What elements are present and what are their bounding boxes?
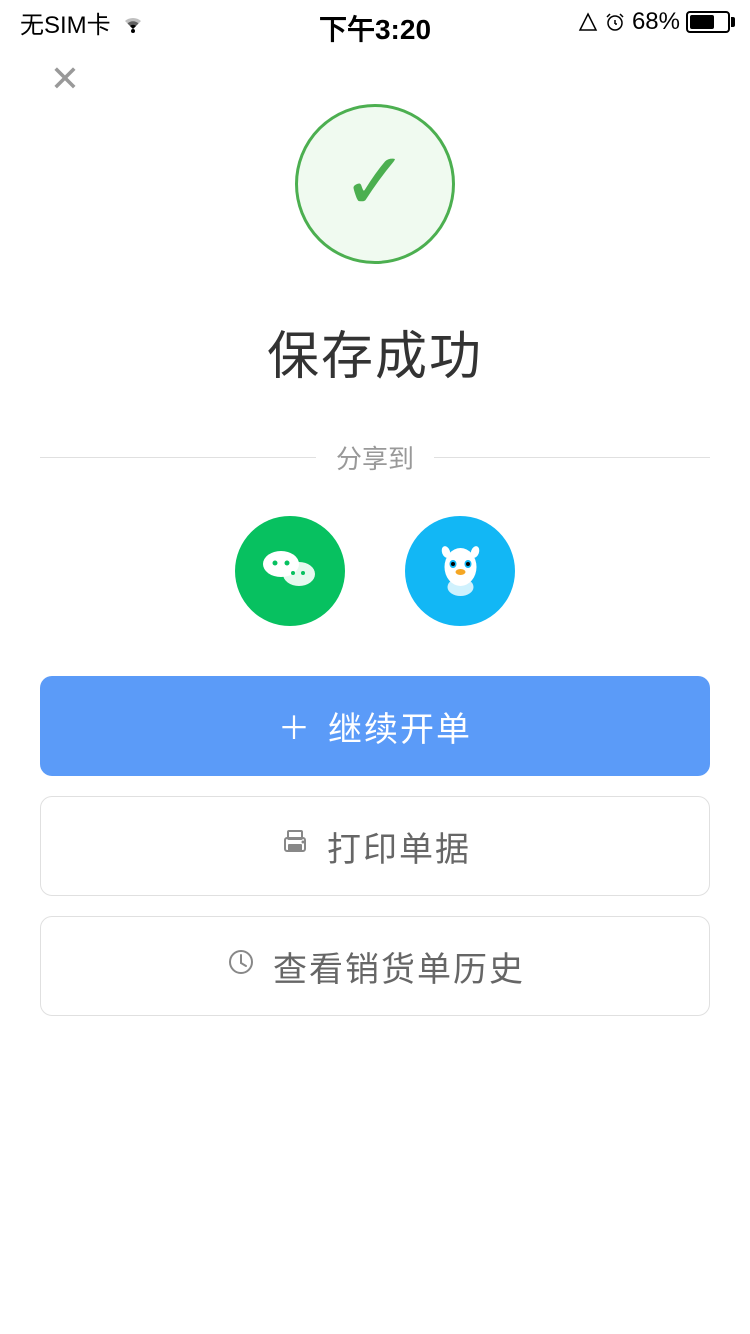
battery-icon — [686, 11, 730, 33]
wechat-icon — [255, 536, 325, 606]
success-icon-circle: ✓ — [295, 104, 455, 264]
wifi-icon — [119, 11, 147, 33]
battery-percent: 68% — [632, 8, 680, 36]
carrier-text: 无SIM卡 — [20, 5, 111, 40]
qq-icon — [428, 539, 493, 604]
share-divider-row: 分享到 — [0, 439, 750, 476]
wechat-share-button[interactable] — [235, 516, 345, 626]
print-label: 打印单据 — [327, 822, 471, 871]
close-button[interactable]: ✕ — [40, 54, 90, 104]
action-buttons: ＋ 继续开单 打印单据 — [0, 676, 750, 1016]
status-carrier: 无SIM卡 — [20, 5, 147, 40]
print-button[interactable]: 打印单据 — [40, 796, 710, 896]
continue-button[interactable]: ＋ 继续开单 — [40, 676, 710, 776]
status-right: 68% — [578, 8, 730, 36]
history-label: 查看销货单历史 — [273, 942, 525, 991]
main-content: ✓ 保存成功 分享到 — [0, 44, 750, 1016]
clock-icon — [225, 946, 257, 986]
close-icon: ✕ — [50, 61, 80, 97]
continue-label: 继续开单 — [328, 702, 472, 751]
divider-right — [434, 457, 710, 458]
plus-icon: ＋ — [278, 703, 312, 749]
history-button[interactable]: 查看销货单历史 — [40, 916, 710, 1016]
location-icon — [578, 12, 598, 32]
qq-share-button[interactable] — [405, 516, 515, 626]
checkmark-icon: ✓ — [341, 142, 408, 222]
share-section: 分享到 — [0, 439, 750, 626]
divider-left — [40, 457, 316, 458]
alarm-icon — [604, 11, 626, 33]
status-bar: 无SIM卡 下午3:20 68% — [0, 0, 750, 44]
success-title: 保存成功 — [267, 314, 483, 389]
share-icons-row — [0, 516, 750, 626]
status-time: 下午3:20 — [319, 8, 431, 48]
share-label: 分享到 — [316, 439, 434, 476]
printer-icon — [279, 826, 311, 866]
